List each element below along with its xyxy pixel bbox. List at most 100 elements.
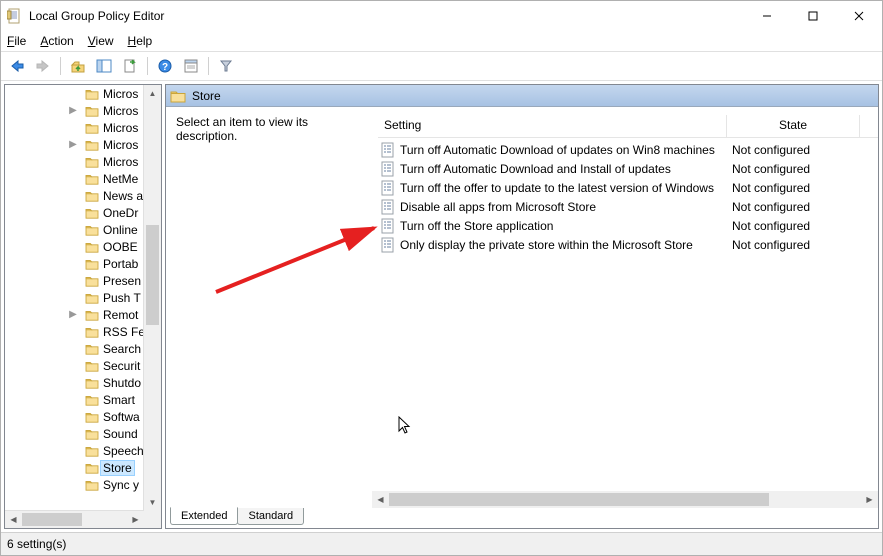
list-row[interactable]: Only display the private store within th… (378, 235, 878, 254)
titlebar: Local Group Policy Editor (1, 1, 882, 31)
scroll-thumb[interactable] (389, 493, 769, 506)
show-hide-tree-button[interactable] (92, 54, 116, 78)
menubar: File Action View Help (1, 31, 882, 51)
tree-item[interactable]: Micros (5, 119, 161, 136)
scroll-thumb[interactable] (146, 225, 159, 325)
tree-item[interactable]: Speech (5, 442, 161, 459)
forward-button[interactable] (31, 54, 55, 78)
up-button[interactable] (66, 54, 90, 78)
tree-item-label: Sync y (103, 478, 139, 492)
window-title: Local Group Policy Editor (29, 9, 744, 23)
list-row[interactable]: Turn off the offer to update to the late… (378, 178, 878, 197)
help-button[interactable]: ? (153, 54, 177, 78)
scroll-right-button[interactable]: ▶ (861, 491, 878, 508)
folder-icon (85, 105, 99, 117)
tab-standard[interactable]: Standard (237, 508, 304, 525)
list-row[interactable]: Turn off Automatic Download of updates o… (378, 140, 878, 159)
menu-view[interactable]: View (88, 34, 114, 48)
tree-pane: Micros ▶ Micros Micros ▶ Micros Micros NetMeNew… (4, 84, 162, 529)
setting-state: Not configured (724, 200, 852, 214)
tree-item[interactable]: Micros (5, 153, 161, 170)
filter-button[interactable] (214, 54, 238, 78)
tree-item[interactable]: Online (5, 221, 161, 238)
tree-item[interactable]: ▶ Micros (5, 102, 161, 119)
tree-item[interactable]: OOBE (5, 238, 161, 255)
tree-item-label: Online (103, 223, 138, 237)
settings-list: Setting State Turn off Automatic Downloa… (378, 115, 878, 491)
export-list-button[interactable] (118, 54, 142, 78)
scroll-up-button[interactable]: ▲ (144, 85, 161, 102)
scroll-right-button[interactable]: ▶ (127, 511, 144, 528)
policy-icon (380, 218, 396, 234)
tree-item-label: Presen (103, 274, 141, 288)
menu-file[interactable]: File (7, 34, 26, 48)
tree-item[interactable]: Softwa (5, 408, 161, 425)
back-button[interactable] (5, 54, 29, 78)
close-button[interactable] (836, 1, 882, 31)
list-row[interactable]: Disable all apps from Microsoft StoreNot… (378, 197, 878, 216)
expander-icon[interactable]: ▶ (67, 105, 79, 116)
setting-state: Not configured (724, 181, 852, 195)
folder-icon (85, 428, 99, 440)
tree-item[interactable]: Micros (5, 85, 161, 102)
tree-item-label: Micros (103, 121, 138, 135)
list-row[interactable]: Turn off Automatic Download and Install … (378, 159, 878, 178)
tree-item-label: OOBE (103, 240, 138, 254)
column-header-setting[interactable]: Setting (378, 115, 727, 137)
minimize-button[interactable] (744, 1, 790, 31)
tree-item-label: Micros (103, 155, 138, 169)
tree-item[interactable]: RSS Fe (5, 323, 161, 340)
tree-item[interactable]: Presen (5, 272, 161, 289)
tree-item-label: Search (103, 342, 141, 356)
tree-item[interactable]: Sound (5, 425, 161, 442)
tree-item[interactable]: Securit (5, 357, 161, 374)
folder-icon (85, 292, 99, 304)
tree-item[interactable]: Sync y (5, 476, 161, 493)
detail-horizontal-scrollbar[interactable]: ◀ ▶ (372, 491, 878, 508)
maximize-button[interactable] (790, 1, 836, 31)
scroll-left-button[interactable]: ◀ (372, 491, 389, 508)
tree-item-label: NetMe (103, 172, 138, 186)
expander-icon[interactable]: ▶ (67, 309, 79, 320)
tree-item[interactable]: Portab (5, 255, 161, 272)
folder-icon (85, 343, 99, 355)
scroll-thumb[interactable] (22, 513, 82, 526)
description-prompt: Select an item to view its description. (176, 115, 308, 143)
tree-item[interactable]: Shutdo (5, 374, 161, 391)
tree-item[interactable]: Store (5, 459, 161, 476)
tree-item[interactable]: Smart (5, 391, 161, 408)
status-text: 6 setting(s) (7, 537, 66, 551)
toolbar-separator (60, 57, 61, 75)
tree-horizontal-scrollbar[interactable]: ◀ ▶ (5, 510, 144, 528)
policy-icon (380, 142, 396, 158)
tree-item-label: Portab (103, 257, 138, 271)
tree-item[interactable]: ▶Remot (5, 306, 161, 323)
list-row[interactable]: Turn off the Store applicationNot config… (378, 216, 878, 235)
tree-item-label: Speech (103, 444, 144, 458)
tree-item[interactable]: News a (5, 187, 161, 204)
column-header-state[interactable]: State (727, 115, 860, 137)
tree-item[interactable]: Search (5, 340, 161, 357)
folder-icon (85, 394, 99, 406)
tree-vertical-scrollbar[interactable]: ▲ ▼ (143, 85, 161, 511)
expander-icon[interactable]: ▶ (67, 139, 79, 150)
folder-icon (85, 139, 99, 151)
tree-item[interactable]: Push T (5, 289, 161, 306)
properties-button[interactable] (179, 54, 203, 78)
tree-item-label: Micros (103, 138, 138, 152)
tree-item[interactable]: NetMe (5, 170, 161, 187)
folder-icon (85, 224, 99, 236)
svg-text:?: ? (162, 62, 168, 73)
tree-item-label: Push T (103, 291, 141, 305)
list-header: Setting State (378, 115, 878, 138)
tree-item-label: Micros (103, 104, 138, 118)
folder-icon (85, 241, 99, 253)
menu-action[interactable]: Action (40, 34, 73, 48)
tab-extended[interactable]: Extended (170, 507, 238, 525)
tree-item[interactable]: ▶ Micros (5, 136, 161, 153)
tree-item[interactable]: OneDr (5, 204, 161, 221)
scroll-left-button[interactable]: ◀ (5, 511, 22, 528)
menu-help[interactable]: Help (128, 34, 153, 48)
folder-icon (85, 173, 99, 185)
scroll-down-button[interactable]: ▼ (144, 494, 161, 511)
